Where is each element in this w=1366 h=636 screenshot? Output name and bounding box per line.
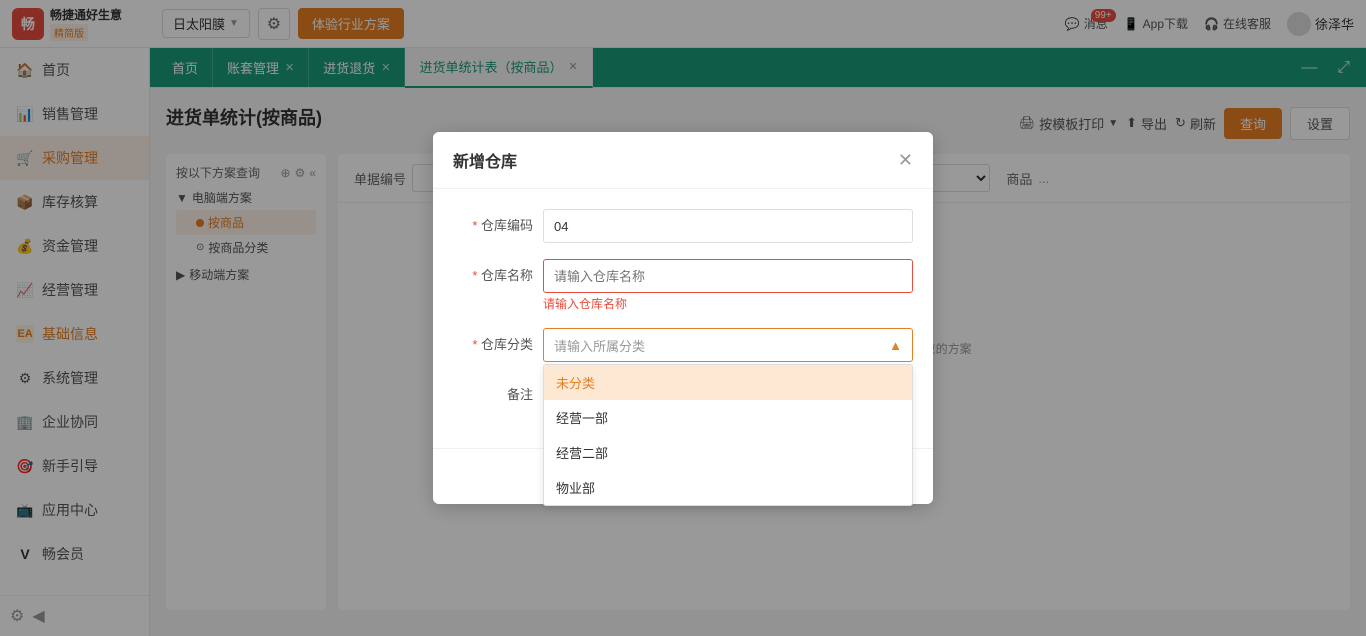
form-row-category: 仓库分类 请输入所属分类 ▲ 未分类 经营一部 经营二部 物业部 <box>453 328 913 362</box>
name-input[interactable] <box>543 259 913 293</box>
category-dropdown-list: 未分类 经营一部 经营二部 物业部 <box>543 364 913 506</box>
form-row-code: 仓库编码 <box>453 209 913 243</box>
modal-header: 新增仓库 ✕ <box>433 132 933 189</box>
modal-title: 新增仓库 <box>453 148 517 172</box>
form-row-name: 仓库名称 请输入仓库名称 <box>453 259 913 312</box>
add-warehouse-modal: 新增仓库 ✕ 仓库编码 仓库名称 请输入仓库名称 仓库分类 <box>433 132 933 504</box>
modal-body: 仓库编码 仓库名称 请输入仓库名称 仓库分类 请输入所属分类 <box>433 189 933 448</box>
category-control: 请输入所属分类 ▲ 未分类 经营一部 经营二部 物业部 <box>543 328 913 362</box>
category-label: 仓库分类 <box>453 328 533 353</box>
code-label: 仓库编码 <box>453 209 533 234</box>
modal-close-icon[interactable]: ✕ <box>898 150 913 171</box>
dropdown-option-dept2[interactable]: 经营二部 <box>544 435 912 470</box>
dropdown-option-dept1[interactable]: 经营一部 <box>544 400 912 435</box>
note-label: 备注 <box>453 378 533 403</box>
name-error-msg: 请输入仓库名称 <box>543 295 913 312</box>
code-control <box>543 209 913 243</box>
name-label: 仓库名称 <box>453 259 533 284</box>
modal-overlay[interactable]: 新增仓库 ✕ 仓库编码 仓库名称 请输入仓库名称 仓库分类 <box>0 0 1366 636</box>
category-dropdown-trigger[interactable]: 请输入所属分类 ▲ <box>543 328 913 362</box>
category-placeholder: 请输入所属分类 <box>554 336 645 355</box>
category-arrow-icon: ▲ <box>889 338 902 353</box>
dropdown-option-uncategorized[interactable]: 未分类 <box>544 365 912 400</box>
code-input[interactable] <box>543 209 913 243</box>
dropdown-option-dept3[interactable]: 物业部 <box>544 470 912 505</box>
name-control: 请输入仓库名称 <box>543 259 913 312</box>
